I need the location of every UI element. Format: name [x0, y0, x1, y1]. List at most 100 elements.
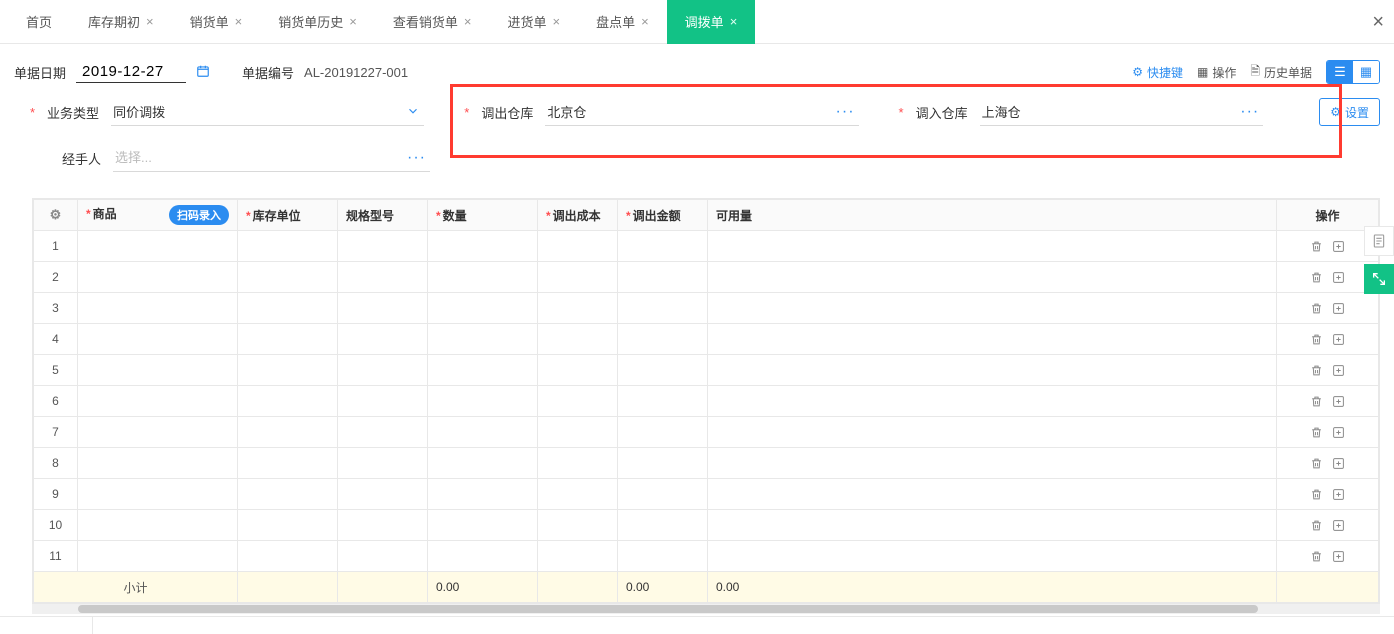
cell-cost[interactable] [538, 479, 618, 510]
cell-amount[interactable] [618, 231, 708, 262]
table-row[interactable]: 10 [34, 510, 1379, 541]
delete-row-icon[interactable] [1310, 549, 1324, 563]
tab-transfer[interactable]: 调拨单× [667, 0, 756, 44]
cell-qty[interactable] [428, 541, 538, 572]
close-all-icon[interactable]: × [1372, 0, 1384, 44]
table-row[interactable]: 9 [34, 479, 1379, 510]
cell-available[interactable] [708, 510, 1277, 541]
settings-button[interactable]: ⚙设置 [1319, 98, 1380, 126]
cell-qty[interactable] [428, 448, 538, 479]
cell-product[interactable] [78, 262, 238, 293]
cell-product[interactable] [78, 324, 238, 355]
cell-qty[interactable] [428, 510, 538, 541]
table-row[interactable]: 2 [34, 262, 1379, 293]
cell-amount[interactable] [618, 448, 708, 479]
cell-unit[interactable] [238, 231, 338, 262]
add-row-icon[interactable] [1332, 332, 1346, 346]
add-row-icon[interactable] [1332, 456, 1346, 470]
cell-amount[interactable] [618, 479, 708, 510]
cell-amount[interactable] [618, 355, 708, 386]
cell-cost[interactable] [538, 386, 618, 417]
cell-unit[interactable] [238, 479, 338, 510]
cell-product[interactable] [78, 417, 238, 448]
delete-row-icon[interactable] [1310, 518, 1324, 532]
cell-product[interactable] [78, 448, 238, 479]
cell-product[interactable] [78, 510, 238, 541]
delete-row-icon[interactable] [1310, 332, 1324, 346]
scan-entry-button[interactable]: 扫码录入 [169, 205, 229, 225]
add-row-icon[interactable] [1332, 301, 1346, 315]
cell-unit[interactable] [238, 386, 338, 417]
cell-cost[interactable] [538, 448, 618, 479]
tab-stocktake[interactable]: 盘点单× [578, 0, 667, 44]
tab-sales-history[interactable]: 销货单历史× [260, 0, 375, 44]
delete-row-icon[interactable] [1310, 363, 1324, 377]
cell-available[interactable] [708, 231, 1277, 262]
cell-spec[interactable] [338, 231, 428, 262]
table-row[interactable]: 1 [34, 231, 1379, 262]
add-row-icon[interactable] [1332, 425, 1346, 439]
cell-qty[interactable] [428, 417, 538, 448]
cell-product[interactable] [78, 386, 238, 417]
tab-home[interactable]: 首页 [8, 0, 70, 44]
scrollbar-thumb[interactable] [78, 605, 1258, 613]
table-row[interactable]: 8 [34, 448, 1379, 479]
out-warehouse-input[interactable] [545, 98, 858, 126]
cell-cost[interactable] [538, 262, 618, 293]
cell-cost[interactable] [538, 510, 618, 541]
view-grid-icon[interactable]: ▦ [1353, 61, 1379, 83]
cell-spec[interactable] [338, 448, 428, 479]
handler-input[interactable] [113, 144, 430, 172]
table-row[interactable]: 11 [34, 541, 1379, 572]
tab-inventory-init[interactable]: 库存期初× [70, 0, 172, 44]
delete-row-icon[interactable] [1310, 239, 1324, 253]
cell-qty[interactable] [428, 386, 538, 417]
side-expand-icon[interactable] [1364, 264, 1394, 294]
tab-sales[interactable]: 销货单× [172, 0, 261, 44]
add-row-icon[interactable] [1332, 549, 1346, 563]
cell-available[interactable] [708, 324, 1277, 355]
table-row[interactable]: 3 [34, 293, 1379, 324]
delete-row-icon[interactable] [1310, 394, 1324, 408]
add-row-icon[interactable] [1332, 394, 1346, 408]
cell-cost[interactable] [538, 541, 618, 572]
table-row[interactable]: 7 [34, 417, 1379, 448]
cell-qty[interactable] [428, 262, 538, 293]
tab-view-sales[interactable]: 查看销货单× [375, 0, 490, 44]
cell-cost[interactable] [538, 231, 618, 262]
delete-row-icon[interactable] [1310, 456, 1324, 470]
cell-available[interactable] [708, 386, 1277, 417]
cell-available[interactable] [708, 355, 1277, 386]
cell-product[interactable] [78, 231, 238, 262]
cell-available[interactable] [708, 262, 1277, 293]
date-input[interactable] [76, 61, 186, 83]
more-icon[interactable]: ··· [407, 149, 426, 167]
cell-unit[interactable] [238, 417, 338, 448]
cell-available[interactable] [708, 479, 1277, 510]
more-icon[interactable]: ··· [1240, 103, 1259, 121]
cell-spec[interactable] [338, 510, 428, 541]
cell-unit[interactable] [238, 510, 338, 541]
delete-row-icon[interactable] [1310, 270, 1324, 284]
operation-link[interactable]: ▦操作 [1197, 64, 1236, 81]
cell-cost[interactable] [538, 293, 618, 324]
cell-qty[interactable] [428, 324, 538, 355]
side-doc-icon[interactable] [1364, 226, 1394, 256]
cell-available[interactable] [708, 293, 1277, 324]
cell-spec[interactable] [338, 324, 428, 355]
cell-cost[interactable] [538, 355, 618, 386]
close-icon[interactable]: × [641, 14, 649, 29]
table-row[interactable]: 6 [34, 386, 1379, 417]
cell-unit[interactable] [238, 448, 338, 479]
cell-qty[interactable] [428, 479, 538, 510]
close-icon[interactable]: × [730, 14, 738, 29]
cell-spec[interactable] [338, 479, 428, 510]
cell-amount[interactable] [618, 510, 708, 541]
cell-amount[interactable] [618, 293, 708, 324]
cell-product[interactable] [78, 541, 238, 572]
table-row[interactable]: 4 [34, 324, 1379, 355]
cell-cost[interactable] [538, 417, 618, 448]
add-row-icon[interactable] [1332, 239, 1346, 253]
in-warehouse-input[interactable] [980, 98, 1264, 126]
cell-spec[interactable] [338, 355, 428, 386]
